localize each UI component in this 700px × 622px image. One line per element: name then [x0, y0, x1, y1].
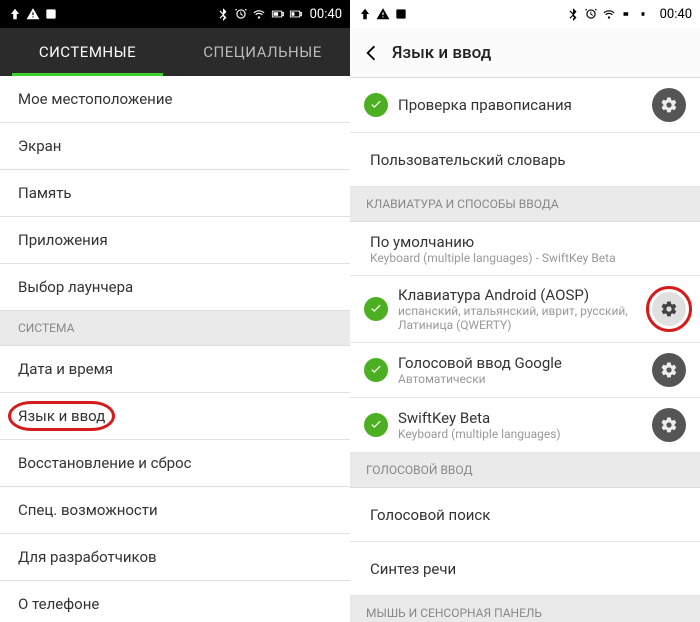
item-label: О телефоне	[18, 595, 99, 613]
item-subtitle: испанский, итальянский, иврит, русский, …	[398, 304, 642, 332]
item-title: Голосовой ввод Google	[398, 354, 642, 372]
section-voice-input: ГОЛОСОВОЙ ВВОД	[350, 453, 700, 488]
item-datetime[interactable]: Дата и время	[0, 346, 350, 393]
battery2-icon	[638, 7, 652, 21]
item-label: Память	[18, 184, 72, 202]
item-swiftkey[interactable]: SwiftKey Beta Keyboard (multiple languag…	[350, 398, 700, 453]
status-bar: 00:40	[350, 0, 700, 28]
alarm-icon	[584, 7, 598, 21]
page-header: Язык и ввод	[350, 28, 700, 78]
item-subtitle: Keyboard (multiple languages)	[398, 427, 642, 441]
item-memory[interactable]: Память	[0, 170, 350, 217]
item-title: Проверка правописания	[398, 96, 642, 114]
gear-icon	[660, 300, 678, 318]
gear-button-swiftkey[interactable]	[652, 408, 686, 442]
item-backup-reset[interactable]: Восстановление и сброс	[0, 440, 350, 487]
check-icon	[364, 93, 388, 117]
item-apps[interactable]: Приложения	[0, 217, 350, 264]
tab-specialnye[interactable]: СПЕЦИАЛЬНЫЕ	[175, 28, 350, 76]
item-label: Для разработчиков	[18, 548, 157, 566]
item-about-phone[interactable]: О телефоне	[0, 581, 350, 622]
check-icon	[364, 297, 388, 321]
status-bar: 00:40	[0, 0, 350, 28]
item-title: Пользовательский словарь	[370, 151, 686, 169]
battery1-icon	[270, 7, 284, 21]
item-location[interactable]: Мое местоположение	[0, 76, 350, 123]
settings-list: Мое местоположение Экран Память Приложен…	[0, 76, 350, 622]
status-time: 00:40	[310, 7, 342, 22]
gear-icon	[660, 361, 678, 379]
item-label: Приложения	[18, 231, 108, 249]
gear-button-spellcheck[interactable]	[652, 88, 686, 122]
item-launcher[interactable]: Выбор лаунчера	[0, 264, 350, 311]
battery2-icon	[288, 7, 302, 21]
check-icon	[364, 413, 388, 437]
item-subtitle: Автоматически	[398, 372, 642, 386]
app-icon	[394, 7, 408, 21]
wifi-icon	[602, 7, 616, 21]
item-title: Голосовой поиск	[370, 506, 686, 524]
language-input-list: Проверка правописания Пользовательский с…	[350, 78, 700, 622]
item-voice-search[interactable]: Голосовой поиск	[350, 488, 700, 542]
item-accessibility[interactable]: Спец. возможности	[0, 487, 350, 534]
item-label: Выбор лаунчера	[18, 278, 133, 296]
item-user-dictionary[interactable]: Пользовательский словарь	[350, 133, 700, 187]
item-label: Спец. возможности	[18, 501, 158, 519]
section-keyboards: КЛАВИАТУРА И СПОСОБЫ ВВОДА	[350, 187, 700, 222]
bluetooth-icon	[566, 7, 580, 21]
app-icon	[44, 7, 58, 21]
wifi-icon	[252, 7, 266, 21]
gear-button-aosp[interactable]	[652, 292, 686, 326]
item-title: SwiftKey Beta	[398, 409, 642, 427]
check-icon	[364, 358, 388, 382]
item-subtitle: Keyboard (multiple languages) - SwiftKey…	[370, 251, 686, 265]
item-display[interactable]: Экран	[0, 123, 350, 170]
item-tts[interactable]: Синтез речи	[350, 542, 700, 596]
item-default-keyboard[interactable]: По умолчанию Keyboard (multiple language…	[350, 222, 700, 276]
item-label: Экран	[18, 137, 61, 155]
item-label: Мое местоположение	[18, 90, 172, 108]
tab-systemnye[interactable]: СИСТЕМНЫЕ	[0, 28, 175, 76]
item-aosp-keyboard[interactable]: Клавиатура Android (AOSP) испанский, ита…	[350, 276, 700, 343]
warning-icon	[26, 7, 40, 21]
phone-right-screen: 00:40 Язык и ввод Проверка правописания …	[350, 0, 700, 622]
tabs-header: СИСТЕМНЫЕ СПЕЦИАЛЬНЫЕ	[0, 28, 350, 76]
item-spell-check[interactable]: Проверка правописания	[350, 78, 700, 133]
item-title: Синтез речи	[370, 560, 686, 578]
gear-icon	[660, 96, 678, 114]
alarm-icon	[234, 7, 248, 21]
page-title: Язык и ввод	[392, 43, 491, 63]
bluetooth-icon	[216, 7, 230, 21]
item-label: Дата и время	[18, 360, 113, 378]
upload-icon	[358, 7, 372, 21]
back-icon[interactable]	[360, 42, 382, 64]
section-mouse: МЫШЬ И СЕНСОРНАЯ ПАНЕЛЬ	[350, 596, 700, 622]
item-language-input[interactable]: Язык и ввод	[0, 393, 350, 440]
tab-label: СИСТЕМНЫЕ	[39, 43, 136, 61]
tab-label: СПЕЦИАЛЬНЫЕ	[203, 43, 321, 61]
upload-icon	[8, 7, 22, 21]
phone-left-screen: 00:40 СИСТЕМНЫЕ СПЕЦИАЛЬНЫЕ Мое местопол…	[0, 0, 350, 622]
item-title: По умолчанию	[370, 233, 686, 251]
warning-icon	[376, 7, 390, 21]
gear-button-google-voice[interactable]	[652, 353, 686, 387]
battery1-icon	[620, 7, 634, 21]
item-title: Клавиатура Android (AOSP)	[398, 286, 642, 304]
status-time: 00:40	[660, 7, 692, 22]
item-label-highlighted: Язык и ввод	[18, 407, 105, 425]
section-system: СИСТЕМА	[0, 311, 350, 346]
item-developer[interactable]: Для разработчиков	[0, 534, 350, 581]
item-google-voice[interactable]: Голосовой ввод Google Автоматически	[350, 343, 700, 398]
gear-icon	[660, 416, 678, 434]
item-label: Восстановление и сброс	[18, 454, 191, 472]
